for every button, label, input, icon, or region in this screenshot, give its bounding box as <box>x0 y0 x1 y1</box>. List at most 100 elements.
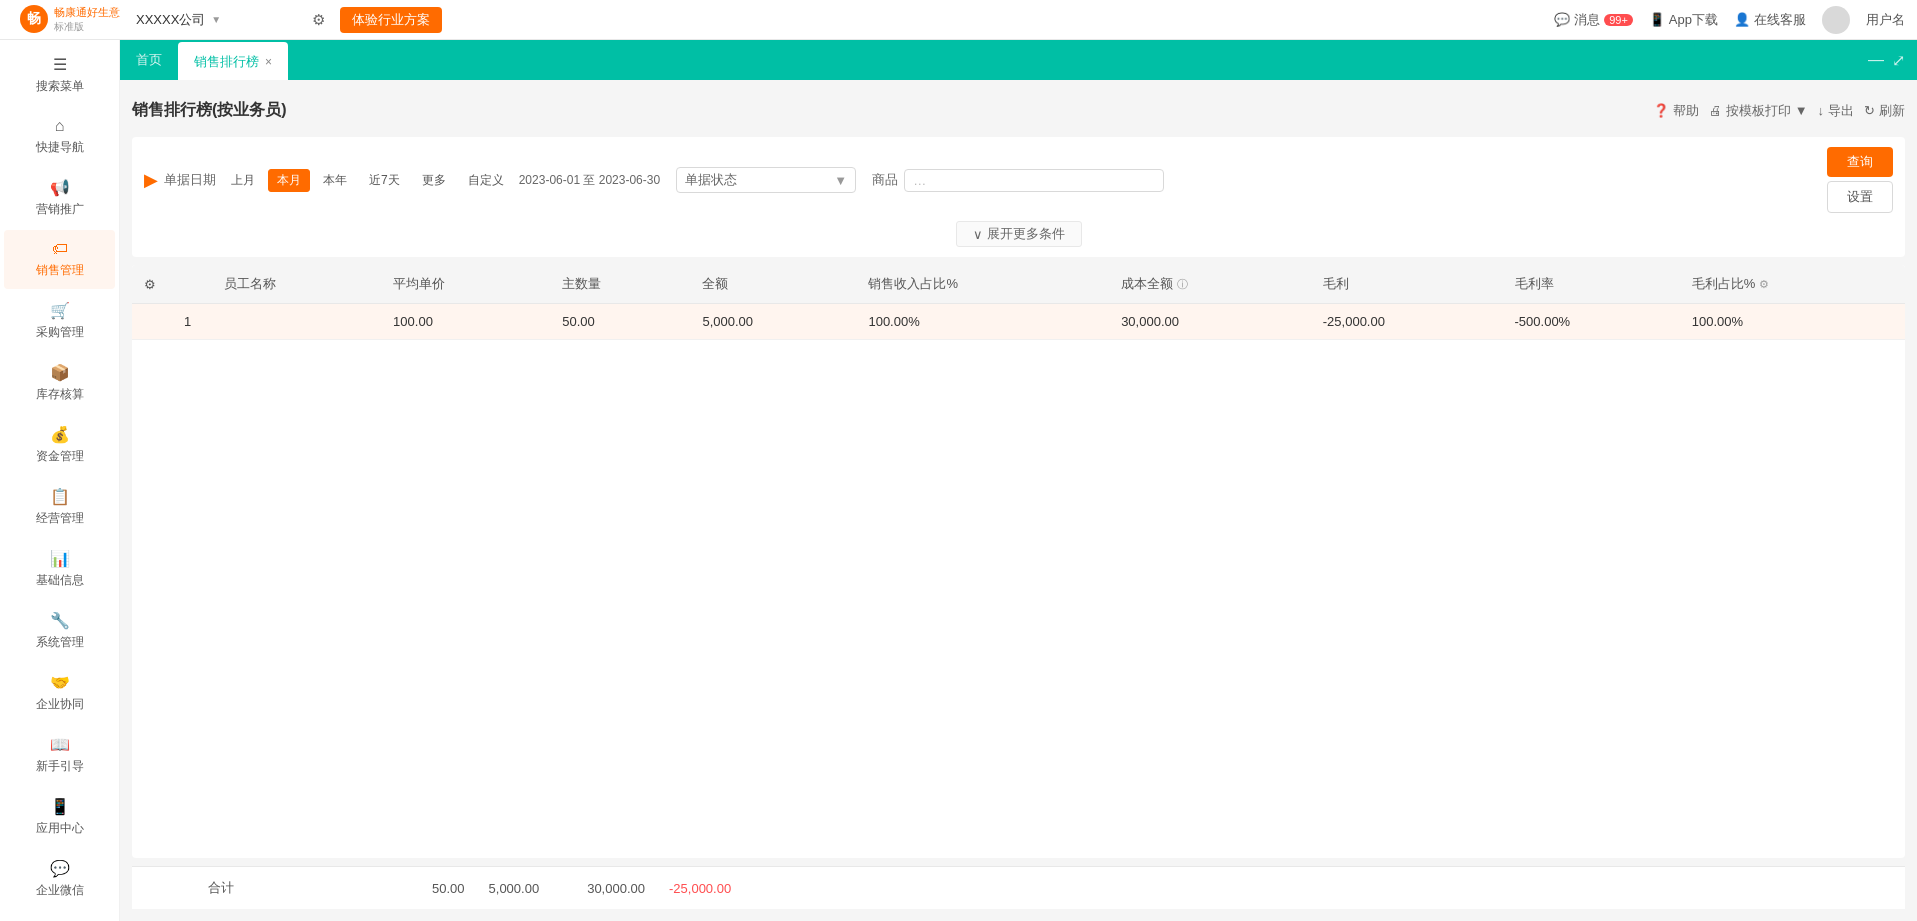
th-gross-rate: 毛利率 <box>1503 265 1680 304</box>
sidebar-item-guide[interactable]: 📖 新手引导 <box>4 725 115 785</box>
sidebar-item-sales[interactable]: 🏷 销售管理 <box>4 230 115 289</box>
row-avg-price: 100.00 <box>381 304 550 340</box>
page-actions: ❓ 帮助 🖨 按模板打印 ▼ ↓ 导出 ↻ 刷新 <box>1653 102 1905 120</box>
sidebar-item-inventory[interactable]: 📦 库存核算 <box>4 353 115 413</box>
row-gross-pct: 100.00% <box>1680 304 1905 340</box>
footer-rank-cell <box>172 880 196 896</box>
messages-button[interactable]: 💬 消息 99+ <box>1554 11 1633 29</box>
sidebar-label-operations: 经营管理 <box>36 510 84 527</box>
logo-sub: 标准版 <box>54 20 120 34</box>
header-row: ⚙ 员工名称 平均单价 主数量 <box>132 265 1905 304</box>
date-btn-7days[interactable]: 近7天 <box>360 169 409 192</box>
date-btn-this-month[interactable]: 本月 <box>268 169 310 192</box>
th-cost: 成本全额 ⓘ <box>1109 265 1311 304</box>
sidebar-item-wechat[interactable]: 💬 企业微信 <box>4 849 115 909</box>
service-icon: 👤 <box>1734 12 1750 27</box>
sidebar-label-inventory: 库存核算 <box>36 386 84 403</box>
sidebar-item-app-center[interactable]: 📱 应用中心 <box>4 787 115 847</box>
sidebar-item-purchase[interactable]: 🛒 采购管理 <box>4 291 115 351</box>
footer-sales-pct-cell <box>551 880 575 896</box>
th-sales-pct: 销售收入占比% <box>856 265 1109 304</box>
th-name: 员工名称 <box>212 265 381 304</box>
status-filter[interactable]: 单据状态 ▼ <box>676 167 856 193</box>
sidebar-label-finance: 资金管理 <box>36 448 84 465</box>
export-button[interactable]: ↓ 导出 <box>1818 102 1855 120</box>
tab-minimize-icon[interactable]: — <box>1868 51 1884 69</box>
filter-toggle-icon[interactable]: ▶ <box>144 169 158 191</box>
th-settings[interactable]: ⚙ <box>132 265 172 304</box>
settings-button[interactable]: 设置 <box>1827 181 1893 213</box>
app-download-button[interactable]: 📱 App下载 <box>1649 11 1718 29</box>
footer-settings-cell <box>132 880 172 896</box>
tab-close-icon[interactable]: × <box>265 55 272 69</box>
th-rank <box>172 265 212 304</box>
sidebar-label-guide: 新手引导 <box>36 758 84 775</box>
enterprise-icon: 🤝 <box>50 673 70 692</box>
status-label: 单据状态 <box>685 171 737 189</box>
goods-input[interactable]: … <box>904 169 1164 192</box>
footer-qty: 50.00 <box>420 873 477 904</box>
date-btn-more[interactable]: 更多 <box>413 169 455 192</box>
refresh-button[interactable]: ↻ 刷新 <box>1864 102 1905 120</box>
table-row: 1 100.00 50.00 <box>132 304 1905 340</box>
sidebar-item-enterprise[interactable]: 🤝 企业协同 <box>4 663 115 723</box>
inventory-icon: 📦 <box>50 363 70 382</box>
username: 用户名 <box>1866 11 1905 29</box>
row-cost: 30,000.00 <box>1109 304 1311 340</box>
expand-button[interactable]: ∨ 展开更多条件 <box>956 221 1082 247</box>
th-gross: 毛利 <box>1311 265 1503 304</box>
online-service-button[interactable]: 👤 在线客服 <box>1734 11 1806 29</box>
row-qty: 50.00 <box>550 304 690 340</box>
refresh-icon: ↻ <box>1864 103 1875 118</box>
sidebar-item-member[interactable]: ◇ 畅会员 <box>4 911 115 921</box>
table-footer: 合计 50.00 5,000.00 30,000.00 -25,000.00 <box>132 866 1905 909</box>
logo-text: 畅康通好生意 <box>54 5 120 19</box>
date-btn-last-month[interactable]: 上月 <box>222 169 264 192</box>
settings-icon[interactable]: ⚙ <box>304 6 332 34</box>
marketing-icon: 📢 <box>50 178 70 197</box>
sidebar-item-finance[interactable]: 💰 资金管理 <box>4 415 115 475</box>
page-title: 销售排行榜(按业务员) <box>132 100 287 121</box>
template-print-button[interactable]: 🖨 按模板打印 ▼ <box>1709 102 1808 120</box>
sidebar-item-search-order[interactable]: ☰ 搜索菜单 <box>4 45 115 105</box>
sidebar-item-quick-nav[interactable]: ⌂ 快捷导航 <box>4 107 115 166</box>
sidebar-item-system[interactable]: 🔧 系统管理 <box>4 601 115 661</box>
search-icon: ☰ <box>53 55 67 74</box>
th-avg-price: 平均单价 <box>381 265 550 304</box>
company-name: XXXXX公司 <box>136 11 205 29</box>
footer-cost: 30,000.00 <box>575 873 657 904</box>
sidebar-label-basic-info: 基础信息 <box>36 572 84 589</box>
footer-total-label: 合计 <box>196 871 396 905</box>
tab-home[interactable]: 首页 <box>120 40 178 80</box>
data-table: ⚙ 员工名称 平均单价 主数量 <box>132 265 1905 340</box>
purchase-icon: 🛒 <box>50 301 70 320</box>
home-icon: ⌂ <box>55 117 65 135</box>
sidebar-label-enterprise: 企业协同 <box>36 696 84 713</box>
row-gross: -25,000.00 <box>1311 304 1503 340</box>
date-btn-custom[interactable]: 自定义 <box>459 169 513 192</box>
sidebar-label-search: 搜索菜单 <box>36 78 84 95</box>
sidebar-label-sales: 销售管理 <box>36 262 84 279</box>
trial-button[interactable]: 体验行业方案 <box>340 7 442 33</box>
sidebar-item-marketing[interactable]: 📢 营销推广 <box>4 168 115 228</box>
cost-info-icon[interactable]: ⓘ <box>1177 278 1188 290</box>
date-btn-this-year[interactable]: 本年 <box>314 169 356 192</box>
query-button[interactable]: 查询 <box>1827 147 1893 177</box>
chevron-down-icon: ▼ <box>211 14 221 25</box>
help-button[interactable]: ❓ 帮助 <box>1653 102 1699 120</box>
row-rank: 1 <box>172 304 212 340</box>
tab-expand-icon[interactable]: ⤢ <box>1892 51 1905 70</box>
sidebar-item-operations[interactable]: 📋 经营管理 <box>4 477 115 537</box>
sidebar-label-purchase: 采购管理 <box>36 324 84 341</box>
table-body: 1 100.00 50.00 <box>132 304 1905 340</box>
tab-active-label: 销售排行榜 <box>194 53 259 71</box>
sidebar-label-wechat: 企业微信 <box>36 882 84 899</box>
avatar[interactable] <box>1822 6 1850 34</box>
logo-area: 畅 畅康通好生意 标准版 <box>12 5 128 33</box>
gross-pct-icon[interactable]: ⚙ <box>1759 278 1769 290</box>
tab-sales-ranking[interactable]: 销售排行榜 × <box>178 42 288 82</box>
company-selector[interactable]: XXXXX公司 ▼ <box>136 11 296 29</box>
message-badge: 99+ <box>1604 14 1633 26</box>
sidebar-item-basic-info[interactable]: 📊 基础信息 <box>4 539 115 599</box>
row-settings <box>132 304 172 340</box>
